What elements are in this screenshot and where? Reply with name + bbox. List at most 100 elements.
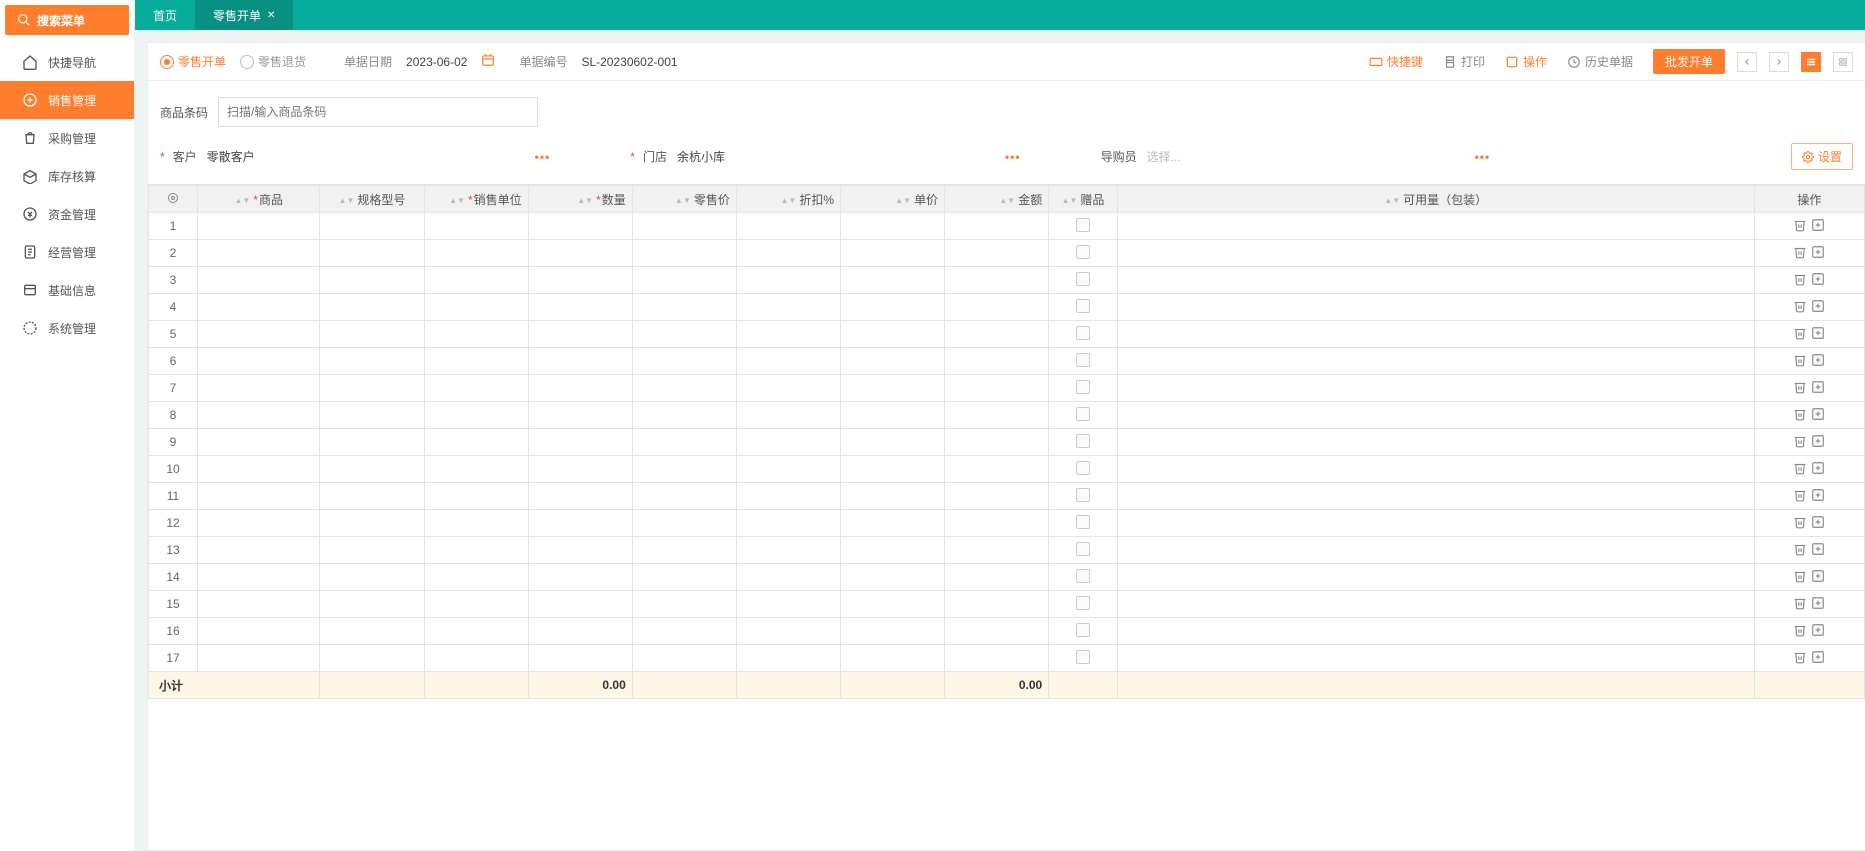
add-row-button[interactable]	[1809, 626, 1827, 640]
customer-field[interactable]: * 客户 零散客户 •••	[160, 144, 550, 170]
history-button[interactable]: 历史单据	[1567, 53, 1633, 70]
delete-row-button[interactable]	[1791, 545, 1809, 559]
sidebar-item-money[interactable]: 资金管理	[0, 195, 134, 233]
col-unit-price[interactable]: ▲▼单价	[841, 186, 945, 213]
col-gift[interactable]: ▲▼赠品	[1049, 186, 1118, 213]
guide-lookup-icon[interactable]: •••	[1475, 150, 1491, 164]
col-available[interactable]: ▲▼可用量（包装）	[1117, 186, 1754, 213]
search-menu-button[interactable]: 搜索菜单	[5, 5, 129, 35]
gift-checkbox[interactable]	[1076, 218, 1090, 232]
prev-record-button[interactable]	[1737, 52, 1757, 72]
add-row-button[interactable]	[1809, 329, 1827, 343]
guide-field[interactable]: 导购员 选择... •••	[1101, 144, 1491, 170]
delete-row-button[interactable]	[1791, 653, 1809, 667]
add-row-button[interactable]	[1809, 221, 1827, 235]
add-row-button[interactable]	[1809, 356, 1827, 370]
print-button[interactable]: 打印	[1443, 53, 1485, 70]
bulk-order-button[interactable]: 批发开单	[1653, 49, 1725, 74]
add-row-button[interactable]	[1809, 572, 1827, 586]
tab[interactable]: 零售开单✕	[195, 0, 293, 30]
barcode-input[interactable]	[218, 97, 538, 127]
date-value[interactable]: 2023-06-02	[406, 55, 467, 69]
gift-checkbox[interactable]	[1076, 596, 1090, 610]
add-row-button[interactable]	[1809, 545, 1827, 559]
customer-lookup-icon[interactable]: •••	[535, 150, 551, 164]
gift-checkbox[interactable]	[1076, 461, 1090, 475]
table-row[interactable]: 9	[149, 429, 1865, 456]
gift-checkbox[interactable]	[1076, 542, 1090, 556]
delete-row-button[interactable]	[1791, 464, 1809, 478]
gift-checkbox[interactable]	[1076, 488, 1090, 502]
table-row[interactable]: 16	[149, 618, 1865, 645]
shortcut-button[interactable]: 快捷键	[1369, 53, 1423, 70]
delete-row-button[interactable]	[1791, 626, 1809, 640]
list-view-button[interactable]	[1801, 52, 1821, 72]
delete-row-button[interactable]	[1791, 356, 1809, 370]
add-row-button[interactable]	[1809, 599, 1827, 613]
gift-checkbox[interactable]	[1076, 515, 1090, 529]
sidebar-item-sale[interactable]: 销售管理	[0, 81, 134, 119]
delete-row-button[interactable]	[1791, 599, 1809, 613]
add-row-button[interactable]	[1809, 302, 1827, 316]
gift-checkbox[interactable]	[1076, 650, 1090, 664]
table-row[interactable]: 11	[149, 483, 1865, 510]
add-row-button[interactable]	[1809, 437, 1827, 451]
table-row[interactable]: 12	[149, 510, 1865, 537]
gift-checkbox[interactable]	[1076, 326, 1090, 340]
delete-row-button[interactable]	[1791, 383, 1809, 397]
sidebar-item-stock[interactable]: 库存核算	[0, 157, 134, 195]
close-icon[interactable]: ✕	[267, 10, 275, 21]
gift-checkbox[interactable]	[1076, 245, 1090, 259]
table-row[interactable]: 5	[149, 321, 1865, 348]
add-row-button[interactable]	[1809, 518, 1827, 532]
col-discount[interactable]: ▲▼折扣%	[736, 186, 840, 213]
col-product[interactable]: ▲▼*商品	[197, 186, 319, 213]
next-record-button[interactable]	[1769, 52, 1789, 72]
delete-row-button[interactable]	[1791, 437, 1809, 451]
table-row[interactable]: 10	[149, 456, 1865, 483]
store-lookup-icon[interactable]: •••	[1005, 150, 1021, 164]
gift-checkbox[interactable]	[1076, 272, 1090, 286]
table-row[interactable]: 2	[149, 240, 1865, 267]
gift-checkbox[interactable]	[1076, 380, 1090, 394]
delete-row-button[interactable]	[1791, 275, 1809, 289]
sidebar-item-bag[interactable]: 采购管理	[0, 119, 134, 157]
add-row-button[interactable]	[1809, 653, 1827, 667]
delete-row-button[interactable]	[1791, 518, 1809, 532]
order-type-radio[interactable]: 零售退货	[240, 53, 306, 70]
gift-checkbox[interactable]	[1076, 434, 1090, 448]
delete-row-button[interactable]	[1791, 410, 1809, 424]
gift-checkbox[interactable]	[1076, 623, 1090, 637]
add-row-button[interactable]	[1809, 464, 1827, 478]
add-row-button[interactable]	[1809, 491, 1827, 505]
gift-checkbox[interactable]	[1076, 569, 1090, 583]
sidebar-item-base[interactable]: 基础信息	[0, 271, 134, 309]
delete-row-button[interactable]	[1791, 221, 1809, 235]
calendar-icon[interactable]	[481, 53, 495, 70]
table-row[interactable]: 8	[149, 402, 1865, 429]
table-row[interactable]: 1	[149, 213, 1865, 240]
gift-checkbox[interactable]	[1076, 407, 1090, 421]
table-row[interactable]: 7	[149, 375, 1865, 402]
col-qty[interactable]: ▲▼*数量	[528, 186, 632, 213]
table-row[interactable]: 17	[149, 645, 1865, 672]
table-row[interactable]: 14	[149, 564, 1865, 591]
col-amount[interactable]: ▲▼金额	[945, 186, 1049, 213]
table-row[interactable]: 15	[149, 591, 1865, 618]
col-retail-price[interactable]: ▲▼零售价	[632, 186, 736, 213]
add-row-button[interactable]	[1809, 383, 1827, 397]
delete-row-button[interactable]	[1791, 329, 1809, 343]
order-type-radio[interactable]: 零售开单	[160, 53, 226, 70]
sidebar-item-report[interactable]: 经营管理	[0, 233, 134, 271]
gift-checkbox[interactable]	[1076, 299, 1090, 313]
table-row[interactable]: 13	[149, 537, 1865, 564]
add-row-button[interactable]	[1809, 248, 1827, 262]
table-row[interactable]: 6	[149, 348, 1865, 375]
delete-row-button[interactable]	[1791, 491, 1809, 505]
delete-row-button[interactable]	[1791, 302, 1809, 316]
store-field[interactable]: * 门店 余杭小库 •••	[630, 144, 1020, 170]
add-row-button[interactable]	[1809, 275, 1827, 289]
col-gear[interactable]	[149, 186, 198, 213]
sidebar-item-system[interactable]: 系统管理	[0, 309, 134, 347]
delete-row-button[interactable]	[1791, 248, 1809, 262]
